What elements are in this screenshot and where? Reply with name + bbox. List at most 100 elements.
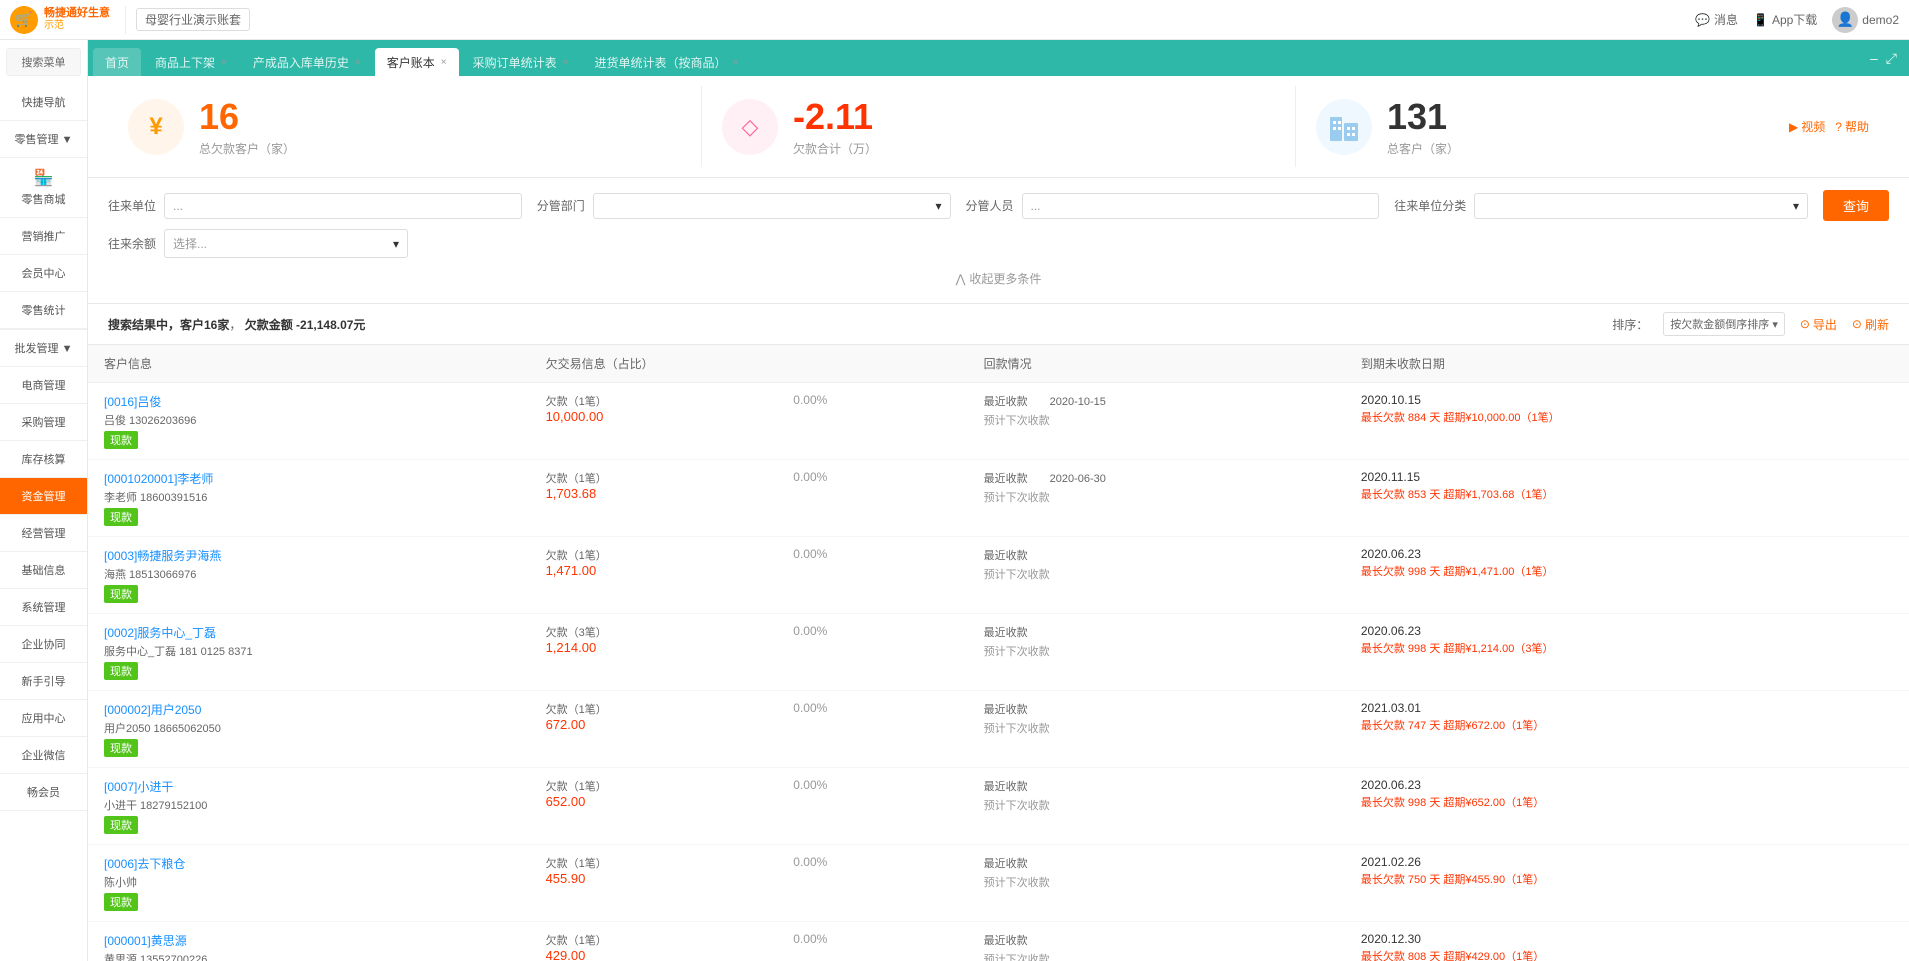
cell-debt-percent-4: 0.00% <box>757 691 967 768</box>
sidebar-item-quick-nav[interactable]: 快捷导航 <box>0 84 87 121</box>
tab-incoming-close[interactable]: × <box>732 57 738 68</box>
recent-pay-3: 最近收款 <box>984 624 1329 640</box>
sidebar-item-retail-mgmt[interactable]: 零售管理 ▼ <box>0 121 87 158</box>
tab-customer[interactable]: 客户账本 × <box>375 48 459 76</box>
refresh-btn[interactable]: ⊙ 刷新 <box>1852 316 1889 333</box>
sidebar-item-retail-store[interactable]: 🏪 零售商城 <box>0 158 87 218</box>
overdue-days-2[interactable]: 最长欠款 998 天 超期¥1,471.00（1笔） <box>1361 563 1893 579</box>
customer-name-1[interactable]: [0001020001]李老师 <box>104 470 514 487</box>
manager-input[interactable]: ... <box>1022 193 1380 219</box>
refresh-icon: ⊙ <box>1852 317 1862 331</box>
tab-purchase-close[interactable]: × <box>563 57 569 68</box>
debt-count-0: 欠款（1笔） <box>546 393 742 409</box>
export-btn[interactable]: ⊙ 导出 <box>1800 316 1837 333</box>
help-btn[interactable]: ? 帮助 <box>1835 118 1869 135</box>
customer-name-3[interactable]: [0002]服务中心_丁磊 <box>104 624 514 641</box>
sidebar-item-member[interactable]: 会员中心 <box>0 255 87 292</box>
recent-pay-2: 最近收款 <box>984 547 1329 563</box>
sidebar-item-ecommerce[interactable]: 电商管理 <box>0 367 87 404</box>
cell-debt-info-7: 欠款（1笔） 429.00 <box>530 922 758 961</box>
overdue-days-7[interactable]: 最长欠款 808 天 超期¥429.00（1笔） <box>1361 948 1893 961</box>
debt-amount-7[interactable]: 429.00 <box>546 948 742 961</box>
card-info-total-customers: 131 总客户（家） <box>1387 96 1459 157</box>
sidebar-item-vip[interactable]: 畅会员 <box>0 774 87 811</box>
debt-amount-3[interactable]: 1,214.00 <box>546 640 742 655</box>
collapse-filters-btn[interactable]: ⋀ 收起更多条件 <box>956 270 1042 287</box>
tab-expand-btn[interactable]: ⤢ <box>1886 50 1897 67</box>
tab-production-close[interactable]: × <box>355 57 361 68</box>
customer-tag-4: 现款 <box>104 739 138 757</box>
filter-row-2: 往来余额 选择... ▾ <box>108 229 1889 258</box>
sidebar-item-basic-info[interactable]: 基础信息 <box>0 552 87 589</box>
app-download-btn[interactable]: 📱 App下载 <box>1753 11 1817 28</box>
tab-minimize-btn[interactable]: – <box>1870 50 1878 66</box>
video-help-btn[interactable]: ▶ 视频 <box>1789 118 1825 135</box>
overdue-days-4[interactable]: 最长欠款 747 天 超期¥672.00（1笔） <box>1361 717 1893 733</box>
debt-amount-0[interactable]: 10,000.00 <box>546 409 742 424</box>
cell-debt-percent-7: 0.00% <box>757 922 967 961</box>
from-unit-input[interactable]: ... <box>164 193 522 219</box>
org-selector[interactable]: 母婴行业演示账套 <box>136 8 250 31</box>
debt-amount-6[interactable]: 455.90 <box>546 871 742 886</box>
sidebar-item-enterprise[interactable]: 企业协同 <box>0 626 87 663</box>
sidebar-item-newbie[interactable]: 新手引导 <box>0 663 87 700</box>
customer-tag-6: 现款 <box>104 893 138 911</box>
customer-name-2[interactable]: [0003]畅捷服务尹海燕 <box>104 547 514 564</box>
card-icon-money: ¥ <box>128 99 184 155</box>
filter-balance: 往来余额 选择... ▾ <box>108 229 408 258</box>
next-pay-0: 预计下次收款 <box>984 412 1329 428</box>
debt-amount-5[interactable]: 652.00 <box>546 794 742 809</box>
sort-selector[interactable]: 按欠款金额倒序排序 ▾ <box>1663 312 1785 336</box>
sidebar-item-operations[interactable]: 经营管理 <box>0 515 87 552</box>
card-icon-building <box>1316 99 1372 155</box>
tab-home[interactable]: 首页 <box>93 48 141 76</box>
balance-input[interactable]: 选择... ▾ <box>164 229 408 258</box>
sidebar-item-apps[interactable]: 应用中心 <box>0 700 87 737</box>
next-pay-1: 预计下次收款 <box>984 489 1329 505</box>
overdue-days-5[interactable]: 最长欠款 998 天 超期¥652.00（1笔） <box>1361 794 1893 810</box>
debt-amount-2[interactable]: 1,471.00 <box>546 563 742 578</box>
tab-purchase[interactable]: 采购订单统计表 × <box>461 48 581 76</box>
tab-goods[interactable]: 商品上下架 × <box>143 48 239 76</box>
cell-repayment-0: 最近收款 2020-10-15 预计下次收款 <box>968 383 1345 460</box>
tab-customer-close[interactable]: × <box>441 57 447 68</box>
overdue-days-3[interactable]: 最长欠款 998 天 超期¥1,214.00（3笔） <box>1361 640 1893 656</box>
overdue-date-1: 2020.11.15 <box>1361 470 1893 484</box>
sidebar-item-system[interactable]: 系统管理 <box>0 589 87 626</box>
debt-amount-1[interactable]: 1,703.68 <box>546 486 742 501</box>
customer-name-5[interactable]: [0007]小进干 <box>104 778 514 795</box>
debt-percent-3: 0.00% <box>793 624 827 638</box>
sidebar-item-batch-mgmt[interactable]: 批发管理 ▼ <box>0 330 87 367</box>
overdue-days-1[interactable]: 最长欠款 853 天 超期¥1,703.68（1笔） <box>1361 486 1893 502</box>
customer-name-4[interactable]: [000002]用户2050 <box>104 701 514 718</box>
debt-amount-4[interactable]: 672.00 <box>546 717 742 732</box>
debt-percent-1: 0.00% <box>793 470 827 484</box>
overdue-days-0[interactable]: 最长欠款 884 天 超期¥10,000.00（1笔） <box>1361 409 1893 425</box>
sidebar-item-inventory[interactable]: 库存核算 <box>0 441 87 478</box>
messages-btn[interactable]: 💬 消息 <box>1695 11 1738 28</box>
overdue-days-6[interactable]: 最长欠款 750 天 超期¥455.90（1笔） <box>1361 871 1893 887</box>
unit-category-input[interactable]: ▾ <box>1474 193 1808 219</box>
search-menu-btn[interactable]: 搜索菜单 <box>6 48 81 76</box>
customer-name-6[interactable]: [0006]去下粮仓 <box>104 855 514 872</box>
cell-repayment-7: 最近收款 预计下次收款 <box>968 922 1345 961</box>
cell-customer-info-4: [000002]用户2050 用户2050 18665062050 现款 <box>88 691 530 768</box>
query-button[interactable]: 查询 <box>1823 190 1889 221</box>
sidebar-item-purchase[interactable]: 采购管理 <box>0 404 87 441</box>
customer-name-0[interactable]: [0016]吕俊 <box>104 393 514 410</box>
customer-name-7[interactable]: [000001]黄思源 <box>104 932 514 949</box>
cell-repayment-4: 最近收款 预计下次收款 <box>968 691 1345 768</box>
sidebar-item-finance[interactable]: 资金管理 <box>0 478 87 515</box>
table-row: [0001020001]李老师 李老师 18600391516 现款 欠款（1笔… <box>88 460 1909 537</box>
customer-phone-6: 陈小帅 <box>104 874 514 890</box>
sidebar-item-marketing[interactable]: 营销推广 <box>0 218 87 255</box>
export-icon: ⊙ <box>1800 317 1810 331</box>
user-avatar-btn[interactable]: 👤 demo2 <box>1832 7 1899 33</box>
tab-production[interactable]: 产成品入库单历史 × <box>241 48 373 76</box>
manager-label: 分管人员 <box>966 197 1014 214</box>
sidebar-item-wechat[interactable]: 企业微信 <box>0 737 87 774</box>
tab-goods-close[interactable]: × <box>221 57 227 68</box>
tab-incoming[interactable]: 进货单统计表（按商品） × <box>582 48 750 76</box>
sidebar-item-retail-stats[interactable]: 零售统计 <box>0 292 87 329</box>
dept-input[interactable]: ▾ <box>593 193 951 219</box>
